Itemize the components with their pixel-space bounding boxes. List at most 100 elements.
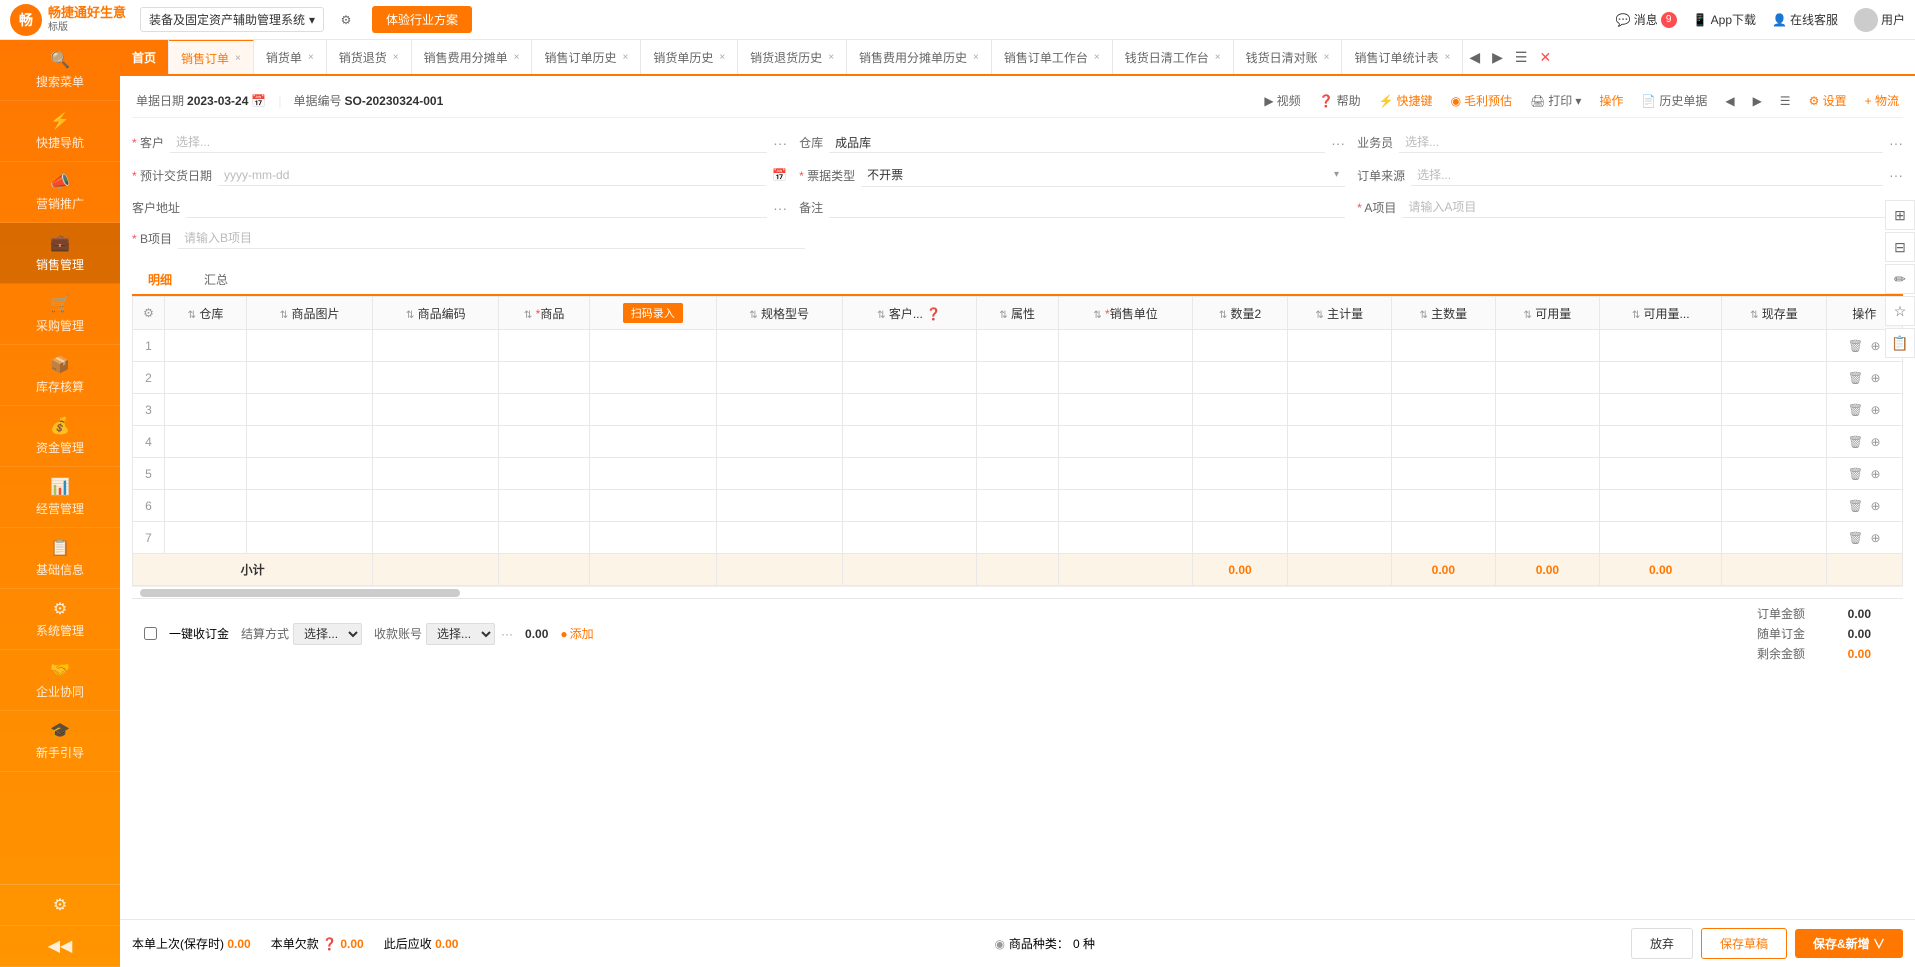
delivery-calendar-icon[interactable]: 📅 xyxy=(772,168,787,182)
cell-stock[interactable] xyxy=(1722,330,1826,362)
remark-input[interactable] xyxy=(829,197,1345,218)
th-attr[interactable]: ⇅ 属性 xyxy=(976,297,1058,330)
cell-available[interactable] xyxy=(1495,330,1599,362)
th-available[interactable]: ⇅ 可用量 xyxy=(1495,297,1599,330)
tab-expense-split[interactable]: 销售费用分摊单 × xyxy=(412,40,533,75)
tab-close-icon[interactable]: × xyxy=(514,52,520,63)
cell-goods[interactable] xyxy=(499,330,590,362)
cell-image[interactable] xyxy=(247,330,373,362)
cell-action[interactable]: 🗑 ⊕ xyxy=(1826,394,1903,426)
scrollbar-thumb[interactable] xyxy=(140,589,460,597)
delete-icon[interactable]: 🗑 xyxy=(1848,499,1863,513)
delete-icon[interactable]: 🗑 xyxy=(1848,339,1863,353)
tab-close-icon[interactable]: × xyxy=(622,52,628,63)
sidebar-item-guide[interactable]: 🎓 新手引导 xyxy=(0,711,120,772)
th-stock[interactable]: ⇅ 现存量 xyxy=(1722,297,1826,330)
table-settings-icon[interactable]: ⚙ xyxy=(143,306,154,320)
list-view-btn[interactable]: ☰ xyxy=(1776,92,1795,110)
account-expand-btn[interactable]: ··· xyxy=(501,627,513,641)
copy-icon[interactable]: ⊕ xyxy=(1871,403,1881,417)
tab-close-icon[interactable]: × xyxy=(393,52,399,63)
sidebar-item-finance[interactable]: 💰 资金管理 xyxy=(0,406,120,467)
th-main-unit[interactable]: ⇅ 主计量 xyxy=(1287,297,1391,330)
customer-expand-btn[interactable]: ··· xyxy=(773,135,787,151)
form-settings-btn[interactable]: ⚙ 设置 xyxy=(1805,90,1851,111)
order-source-expand-btn[interactable]: ··· xyxy=(1889,167,1903,183)
staff-input[interactable] xyxy=(1399,132,1883,153)
right-tool-2[interactable]: ⊟ xyxy=(1885,232,1915,262)
warehouse-expand-btn[interactable]: ··· xyxy=(1331,135,1345,151)
sidebar-item-business[interactable]: 📊 经营管理 xyxy=(0,467,120,528)
address-input[interactable] xyxy=(186,197,767,218)
tab-close-icon[interactable]: × xyxy=(828,52,834,63)
cell-warehouse[interactable] xyxy=(165,330,247,362)
next-record-btn[interactable]: ▶ xyxy=(1749,92,1766,110)
cell-action[interactable]: 🗑 ⊕ xyxy=(1826,490,1903,522)
industry-btn[interactable]: 体验行业方案 xyxy=(372,6,472,33)
delete-icon[interactable]: 🗑 xyxy=(1848,403,1863,417)
sidebar-item-cooperation[interactable]: 🤝 企业协同 xyxy=(0,650,120,711)
sidebar-item-inventory[interactable]: 📦 库存核算 xyxy=(0,345,120,406)
video-btn[interactable]: ▶ 视频 xyxy=(1260,90,1304,111)
payment-method-select[interactable]: 选择... xyxy=(293,623,362,645)
right-tool-1[interactable]: ⊞ xyxy=(1885,200,1915,230)
cell-action[interactable]: 🗑 ⊕ xyxy=(1826,426,1903,458)
tab-menu-btn[interactable]: ☰ xyxy=(1509,40,1534,75)
warehouse-input[interactable] xyxy=(829,132,1325,153)
copy-icon[interactable]: ⊕ xyxy=(1871,531,1881,545)
sidebar-item-basics[interactable]: 📋 基础信息 xyxy=(0,528,120,589)
add-col-btn[interactable]: + 物流 xyxy=(1861,90,1903,111)
abandon-btn[interactable]: 放弃 xyxy=(1631,928,1693,959)
delete-icon[interactable]: 🗑 xyxy=(1848,467,1863,481)
help-btn[interactable]: ❓ 帮助 xyxy=(1315,90,1365,111)
tab-daily-workbench[interactable]: 钱货日清工作台 × xyxy=(1113,40,1234,75)
sidebar-item-search[interactable]: 🔍 搜索菜单 xyxy=(0,40,120,101)
delete-icon[interactable]: 🗑 xyxy=(1848,435,1863,449)
delivery-input[interactable] xyxy=(218,165,766,186)
online-service-item[interactable]: 👤 在线客服 xyxy=(1772,11,1838,28)
a-project-input[interactable] xyxy=(1402,197,1903,218)
sidebar-item-system[interactable]: ⚙ 系统管理 xyxy=(0,589,120,650)
question-icon[interactable]: ❓ xyxy=(322,937,337,951)
tab-detail[interactable]: 明细 xyxy=(132,265,188,296)
tab-close-icon[interactable]: × xyxy=(1324,52,1330,63)
order-source-input[interactable] xyxy=(1411,165,1883,186)
th-main-qty[interactable]: ⇅ 主数量 xyxy=(1391,297,1495,330)
tab-close-icon[interactable]: × xyxy=(1444,52,1450,63)
right-tool-4[interactable]: ☆ xyxy=(1885,296,1915,326)
tab-close-icon[interactable]: × xyxy=(719,52,725,63)
cell-scan[interactable] xyxy=(589,330,716,362)
tab-prev-btn[interactable]: ◀ xyxy=(1463,40,1486,75)
tab-close-icon[interactable]: × xyxy=(308,52,314,63)
cell-qty2[interactable] xyxy=(1193,330,1287,362)
sidebar-item-nav[interactable]: ⚡ 快捷导航 xyxy=(0,101,120,162)
th-image[interactable]: ⇅ 商品图片 xyxy=(247,297,373,330)
copy-icon[interactable]: ⊕ xyxy=(1871,339,1881,353)
tab-return-history[interactable]: 销货退货历史 × xyxy=(738,40,847,75)
tab-return[interactable]: 销货退货 × xyxy=(327,40,412,75)
prev-record-btn[interactable]: ◀ xyxy=(1721,92,1738,110)
th-unit[interactable]: ⇅ *销售单位 xyxy=(1058,297,1193,330)
staff-expand-btn[interactable]: ··· xyxy=(1889,135,1903,151)
cell-main-qty[interactable] xyxy=(1391,330,1495,362)
th-settings[interactable]: ⚙ xyxy=(133,297,165,330)
delete-icon[interactable]: 🗑 xyxy=(1848,371,1863,385)
tab-close-icon[interactable]: × xyxy=(235,53,241,64)
print-btn[interactable]: 🖨 打印 ▾ xyxy=(1526,90,1585,111)
th-goods[interactable]: ⇅ *商品 xyxy=(499,297,590,330)
right-tool-5[interactable]: 📋 xyxy=(1885,328,1915,358)
th-customer-code[interactable]: ⇅ 客户... ❓ xyxy=(842,297,976,330)
operation-btn[interactable]: 操作 xyxy=(1595,90,1627,111)
tab-invoice-history[interactable]: 销货单历史 × xyxy=(641,40,738,75)
app-download-item[interactable]: 📱 App下载 xyxy=(1693,11,1756,28)
customer-input[interactable] xyxy=(170,132,767,153)
user-item[interactable]: 用户 xyxy=(1854,8,1905,32)
th-warehouse[interactable]: ⇅ 仓库 xyxy=(165,297,247,330)
tab-next-btn[interactable]: ▶ xyxy=(1486,40,1509,75)
sidebar-item-settings[interactable]: ⚙ xyxy=(0,885,120,926)
tab-expense-history[interactable]: 销售费用分摊单历史 × xyxy=(847,40,992,75)
shortcut-btn[interactable]: ⚡ 快捷键 xyxy=(1375,90,1437,111)
cell-attr[interactable] xyxy=(976,330,1058,362)
profit-btn[interactable]: ◉ 毛利预估 xyxy=(1447,90,1517,111)
tab-order-workbench[interactable]: 销售订单工作台 × xyxy=(992,40,1113,75)
